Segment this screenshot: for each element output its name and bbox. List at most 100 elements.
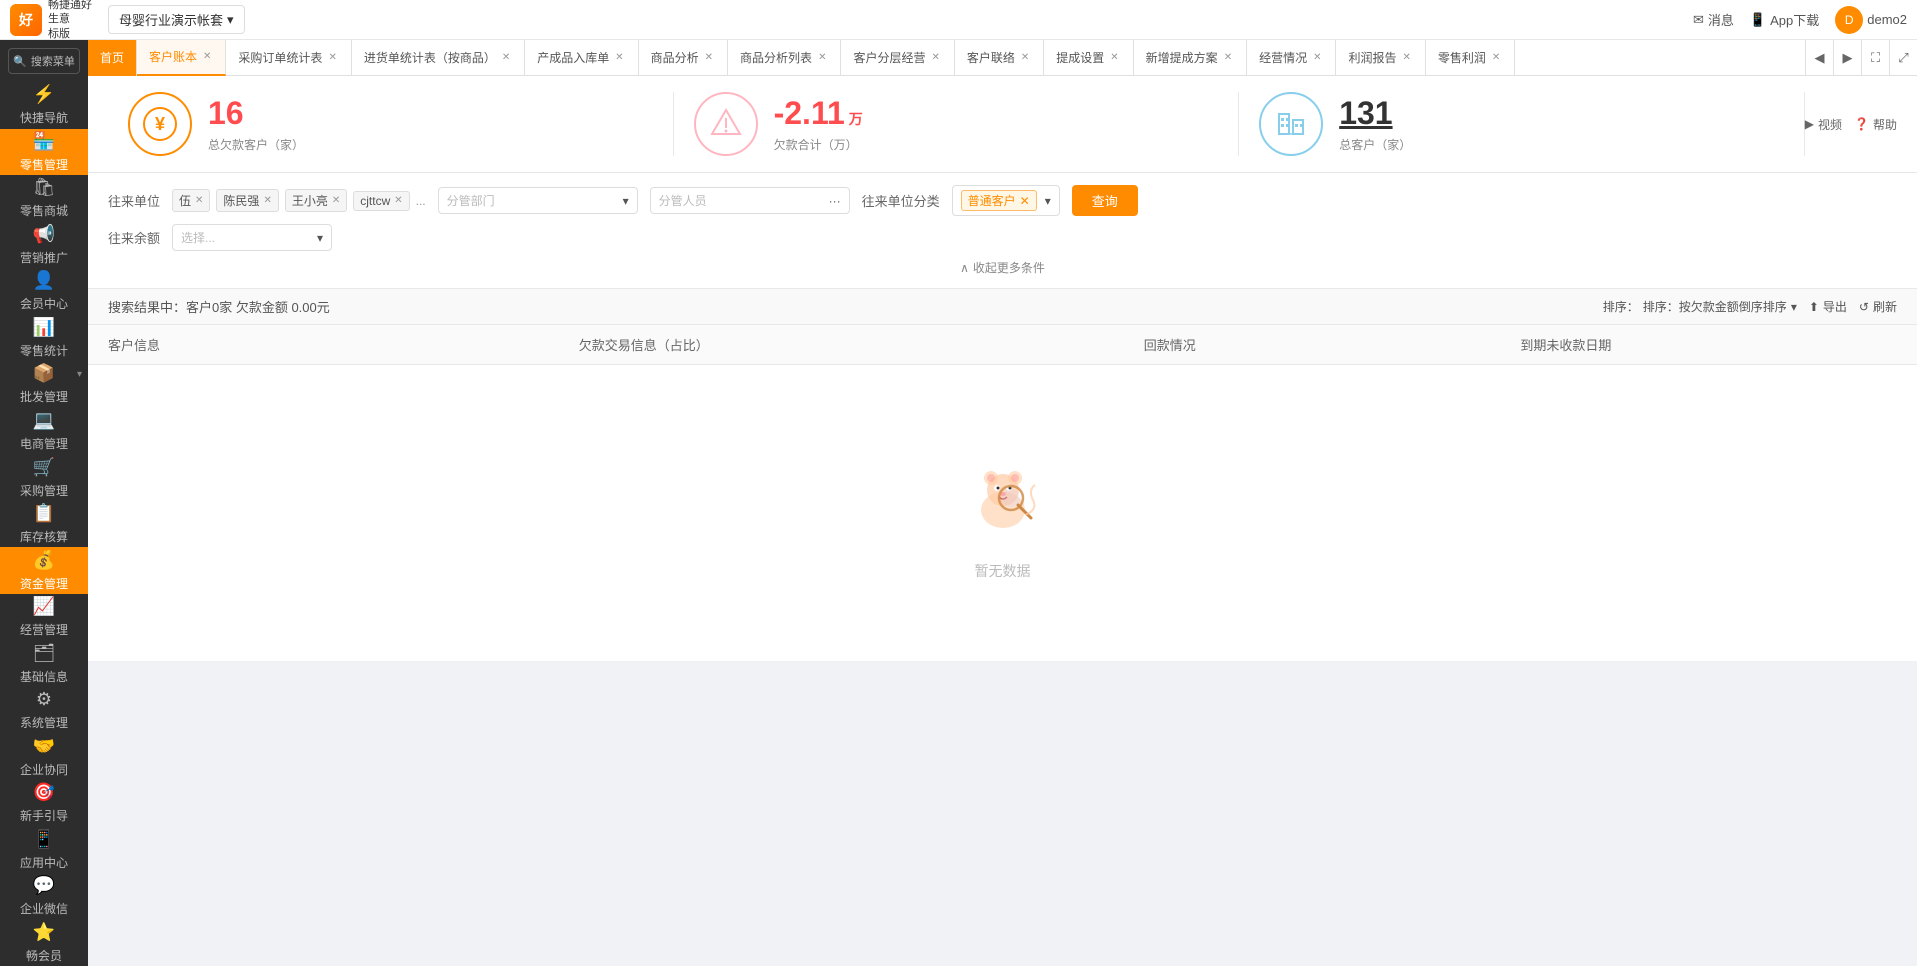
tab-close-icon[interactable]: ✕ bbox=[500, 52, 512, 63]
stat-icon-amount bbox=[694, 92, 758, 156]
tab-new-success-plan[interactable]: 新增提成方案 ✕ bbox=[1134, 40, 1247, 76]
collapse-btn[interactable]: ∧ 收起更多条件 bbox=[960, 259, 1045, 276]
tab-prev-btn[interactable]: ◀ bbox=[1805, 40, 1833, 76]
tab-product-inbound[interactable]: 产成品入库单 ✕ bbox=[525, 40, 638, 76]
tab-close-icon[interactable]: ✕ bbox=[1019, 52, 1031, 63]
unit-class-selected-tag: 普通客户 ✕ bbox=[961, 190, 1037, 211]
sidebar-item-ecommerce[interactable]: 💻 电商管理 bbox=[0, 408, 88, 455]
sidebar-item-member[interactable]: 👤 会员中心 bbox=[0, 268, 88, 315]
tab-home[interactable]: 首页 bbox=[88, 40, 137, 76]
nav-icon: ⚡ bbox=[33, 84, 55, 105]
tab-arrows: ◀ ▶ ⛶ ⤢ bbox=[1805, 40, 1917, 76]
sidebar-item-enterprise-coop[interactable]: 🤝 企业协同 bbox=[0, 733, 88, 780]
marketing-icon: 📢 bbox=[33, 224, 55, 245]
tab-close-icon[interactable]: ✕ bbox=[201, 51, 213, 62]
message-btn[interactable]: ✉ 消息 bbox=[1693, 10, 1734, 29]
sidebar-item-business[interactable]: 📈 经营管理 bbox=[0, 594, 88, 641]
tag-close-icon[interactable]: ✕ bbox=[263, 195, 271, 206]
page-content: ¥ 16 总欠款客户（家） bbox=[88, 76, 1917, 966]
tab-profit-report[interactable]: 利润报告 ✕ bbox=[1336, 40, 1425, 76]
tab-close-icon[interactable]: ✕ bbox=[816, 52, 828, 63]
balance-select[interactable]: 选择... ▾ bbox=[172, 224, 332, 251]
results-actions: 排序： 排序：按欠款金额倒序排序 ▾ ⬆ 导出 ↺ 刷新 bbox=[1603, 298, 1897, 315]
tab-close-icon[interactable]: ✕ bbox=[703, 52, 715, 63]
retail-icon: 🏪 bbox=[33, 131, 55, 152]
refresh-btn[interactable]: ↺ 刷新 bbox=[1859, 298, 1897, 315]
sidebar-item-system[interactable]: ⚙ 系统管理 bbox=[0, 687, 88, 734]
tag-close-icon[interactable]: ✕ bbox=[394, 195, 402, 206]
sidebar-item-purchase[interactable]: 🛒 采购管理 bbox=[0, 454, 88, 501]
tab-close-icon[interactable]: ✕ bbox=[326, 52, 338, 63]
unit-class-select[interactable]: 普通客户 ✕ ▾ bbox=[952, 185, 1060, 216]
tab-inbound-stat[interactable]: 进货单统计表（按商品） ✕ bbox=[352, 40, 525, 76]
sidebar-item-app-center[interactable]: 📱 应用中心 bbox=[0, 827, 88, 874]
unit-tags: 伍 ✕ 陈民强 ✕ 王小亮 ✕ bbox=[172, 189, 426, 212]
stats-row: ¥ 16 总欠款客户（家） bbox=[88, 76, 1917, 173]
tab-customer-account[interactable]: 客户账本 ✕ bbox=[137, 40, 226, 76]
coop-icon: 🤝 bbox=[33, 736, 55, 757]
more-tags-btn[interactable]: ... bbox=[416, 194, 426, 208]
sidebar-item-retail-stat[interactable]: 📊 零售统计 bbox=[0, 315, 88, 362]
tab-customer-layer[interactable]: 客户分层经营 ✕ bbox=[841, 40, 954, 76]
sidebar-item-new-guide[interactable]: 🎯 新手引导 bbox=[0, 780, 88, 827]
query-btn[interactable]: 查询 bbox=[1072, 185, 1138, 216]
sidebar-item-pro-member[interactable]: ⭐ 畅会员 bbox=[0, 920, 88, 966]
unit-tag-wang[interactable]: 王小亮 ✕ bbox=[285, 189, 347, 212]
tab-fullscreen-btn[interactable]: ⤢ bbox=[1889, 40, 1917, 76]
tab-product-analysis[interactable]: 商品分析 ✕ bbox=[639, 40, 728, 76]
person-select[interactable]: 分管人员 ··· bbox=[650, 187, 850, 214]
unit-tag-cjttcw[interactable]: cjttcw ✕ bbox=[353, 191, 409, 211]
export-btn[interactable]: ⬆ 导出 bbox=[1809, 298, 1847, 315]
sidebar-item-quick-nav[interactable]: ⚡ 快捷导航 bbox=[0, 82, 88, 129]
svg-text:¥: ¥ bbox=[155, 114, 165, 134]
tab-close-icon[interactable]: ✕ bbox=[1222, 52, 1234, 63]
stat-icon-overdue: ¥ bbox=[128, 92, 192, 156]
empty-state: 暂无数据 bbox=[88, 365, 1917, 661]
tag-close-icon[interactable]: ✕ bbox=[332, 195, 340, 206]
stat-icon: 📊 bbox=[33, 317, 55, 338]
tab-close-icon[interactable]: ✕ bbox=[613, 52, 625, 63]
tab-close-icon[interactable]: ✕ bbox=[1401, 52, 1413, 63]
tab-close-icon[interactable]: ✕ bbox=[1108, 52, 1120, 63]
sidebar-item-enterprise-wechat[interactable]: 💬 企业微信 bbox=[0, 873, 88, 920]
app-download-btn[interactable]: 📱 App下载 bbox=[1750, 10, 1819, 29]
empty-illustration bbox=[953, 445, 1053, 545]
tab-expand-btn[interactable]: ⛶ bbox=[1861, 40, 1889, 76]
tab-prompt-settings[interactable]: 提成设置 ✕ bbox=[1044, 40, 1133, 76]
tab-close-icon[interactable]: ✕ bbox=[1490, 52, 1502, 63]
stat-label-overdue-customers: 总欠款客户（家） bbox=[208, 136, 304, 153]
sidebar-item-inventory[interactable]: 📋 库存核算 bbox=[0, 501, 88, 548]
sidebar-item-marketing[interactable]: 📢 营销推广 bbox=[0, 222, 88, 269]
tag-remove-icon[interactable]: ✕ bbox=[1020, 194, 1030, 208]
dept-select[interactable]: 分管部门 ▾ bbox=[438, 187, 638, 214]
system-icon: ⚙ bbox=[36, 689, 52, 710]
more-icon: ··· bbox=[829, 194, 841, 208]
unit-tag-wu[interactable]: 伍 ✕ bbox=[172, 189, 210, 212]
stat-label-total-customers: 总客户（家） bbox=[1339, 136, 1411, 153]
tab-retail-profit[interactable]: 零售利润 ✕ bbox=[1426, 40, 1515, 76]
sidebar-item-wholesale[interactable]: 📦 批发管理 ▾ bbox=[0, 361, 88, 408]
stat-value-overdue-amount: -2.11 bbox=[774, 95, 845, 132]
tab-product-analysis-list[interactable]: 商品分析列表 ✕ bbox=[728, 40, 841, 76]
refresh-icon: ↺ bbox=[1859, 300, 1869, 314]
tab-purchase-order[interactable]: 采购订单统计表 ✕ bbox=[226, 40, 351, 76]
sidebar-item-retail-mall[interactable]: 🛍 零售商城 bbox=[0, 175, 88, 222]
tab-business-status[interactable]: 经营情况 ✕ bbox=[1247, 40, 1336, 76]
stat-text-overdue: 16 总欠款客户（家） bbox=[208, 95, 304, 153]
tab-close-icon[interactable]: ✕ bbox=[929, 52, 941, 63]
tab-next-btn[interactable]: ▶ bbox=[1833, 40, 1861, 76]
account-selector[interactable]: 母婴行业演示帐套 ▾ bbox=[108, 5, 245, 34]
user-profile[interactable]: D demo2 bbox=[1835, 6, 1907, 34]
search-menu-btn[interactable]: 🔍 搜索菜单 bbox=[8, 48, 80, 74]
sidebar-item-fund[interactable]: 💰 资金管理 bbox=[0, 547, 88, 594]
stat-right-actions: ▶ 视频 ❓ 帮助 bbox=[1805, 92, 1897, 156]
tab-customer-contact[interactable]: 客户联络 ✕ bbox=[955, 40, 1044, 76]
sidebar-item-basic-info[interactable]: 🗂 基础信息 bbox=[0, 640, 88, 687]
help-btn[interactable]: ❓ 帮助 bbox=[1854, 116, 1897, 133]
sidebar-item-retail-manage[interactable]: 🏪 零售管理 bbox=[0, 129, 88, 176]
tag-close-icon[interactable]: ✕ bbox=[195, 195, 203, 206]
sort-select[interactable]: 排序： 排序：按欠款金额倒序排序 ▾ bbox=[1603, 298, 1797, 315]
unit-tag-chen[interactable]: 陈民强 ✕ bbox=[216, 189, 278, 212]
tab-close-icon[interactable]: ✕ bbox=[1311, 52, 1323, 63]
video-btn[interactable]: ▶ 视频 bbox=[1805, 116, 1842, 133]
